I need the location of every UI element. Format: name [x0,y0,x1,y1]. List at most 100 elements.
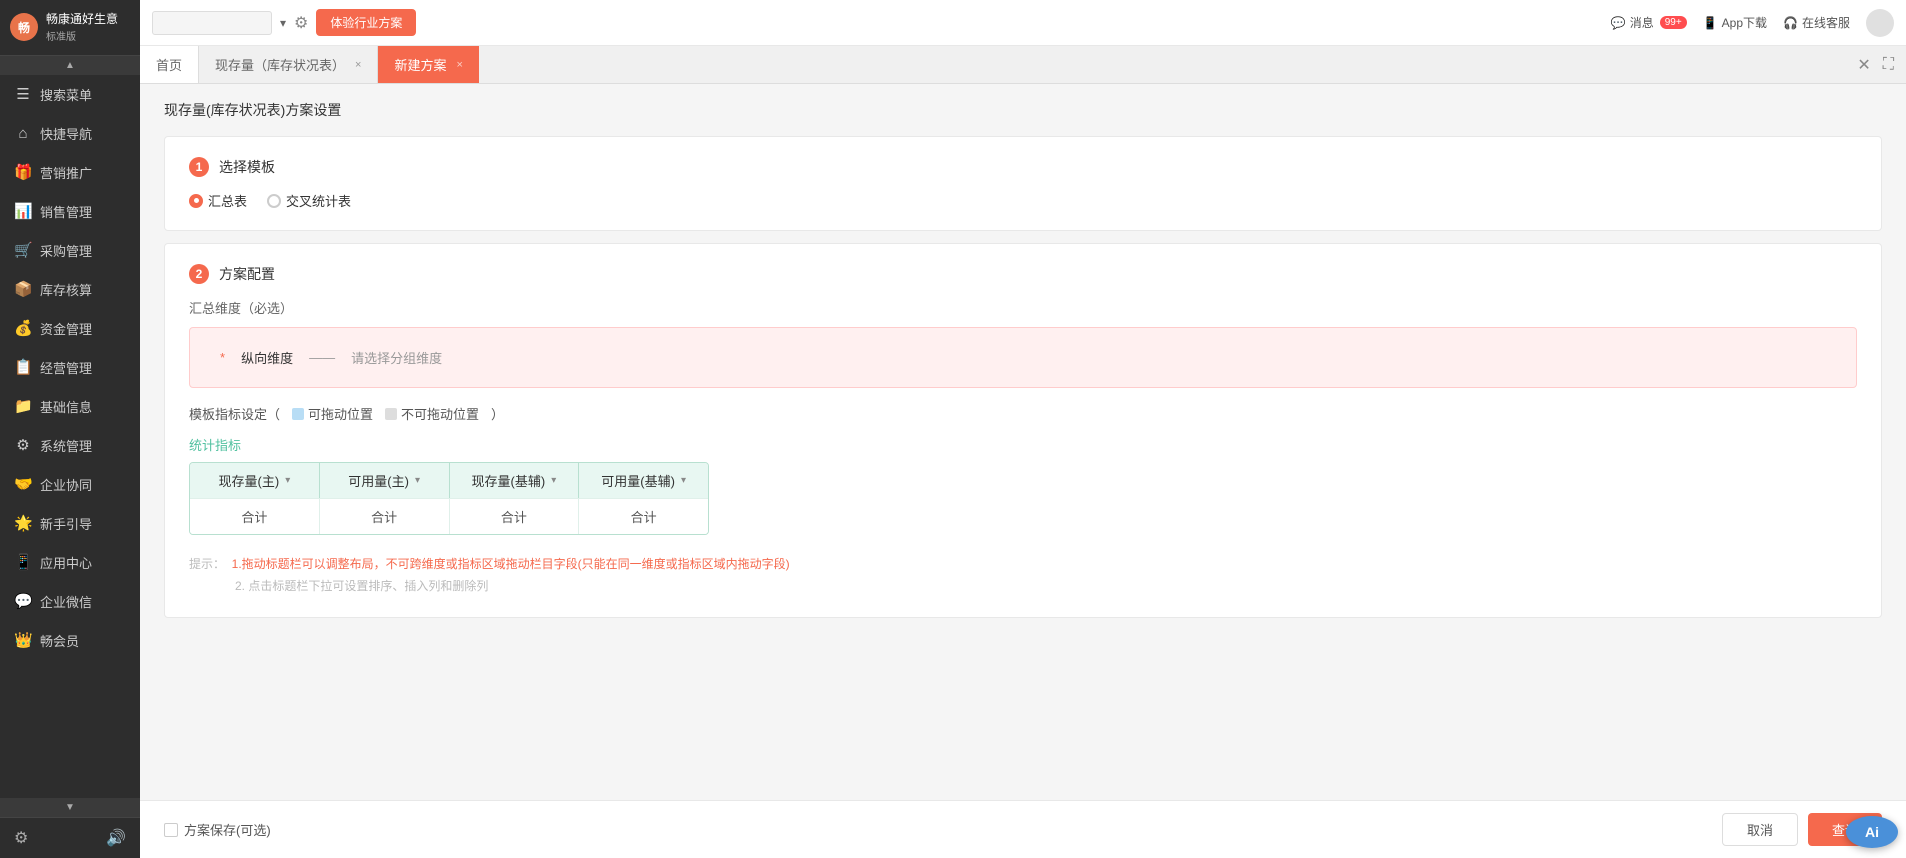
save-checkbox[interactable] [164,823,178,837]
page-title: 现存量(库存状况表)方案设置 [164,100,1882,120]
stats-col-2[interactable]: 可用量(主) ▾ [320,463,450,498]
radio-cross[interactable]: 交叉统计表 [267,191,351,210]
sidebar-bottom: ⚙ 🔊 [0,817,140,858]
topbar-settings-icon[interactable]: ⚙ [294,13,308,33]
tab-home[interactable]: 首页 [140,46,199,83]
indicator-suffix: ） [491,404,504,423]
sidebar-item-wechat[interactable]: 💬 企业微信 [0,582,140,621]
chat-icon: 💬 [14,592,32,610]
sidebar-item-inventory[interactable]: 📦 库存核算 [0,270,140,309]
stats-section: 统计指标 现存量(主) ▾ 可用量(主) ▾ 现存量(基辅) [189,435,1857,538]
stats-table-header: 现存量(主) ▾ 可用量(主) ▾ 现存量(基辅) ▾ 可用量(基辅) [190,463,708,498]
draggable-indicator: 可拖动位置 [292,404,373,423]
search-input[interactable] [152,11,272,35]
sidebar-item-label: 搜索菜单 [40,85,92,104]
stats-table-row: 合计 合计 合计 合计 [190,498,708,534]
dropdown-icon[interactable]: ▾ [280,16,286,30]
logo-icon: 畅 [10,13,38,41]
folder-icon: 📁 [14,397,32,415]
cancel-button[interactable]: 取消 [1722,813,1798,846]
user-avatar-item[interactable] [1866,9,1894,37]
chart-icon: 📊 [14,202,32,220]
stats-col-3[interactable]: 现存量(基辅) ▾ [450,463,580,498]
ai-button[interactable]: Ai [1846,816,1898,848]
tab-new-scheme[interactable]: 新建方案 × [378,46,478,83]
phone-download-icon: 📱 [1703,16,1718,30]
message-badge: 99+ [1660,16,1687,29]
sidebar-item-appstore[interactable]: 📱 应用中心 [0,543,140,582]
sidebar-item-purchase[interactable]: 🛒 采购管理 [0,231,140,270]
phone-icon: 📱 [14,553,32,571]
window-close-button[interactable]: ✕ [1853,51,1874,79]
dimension-box: * 纵向维度 —— 请选择分组维度 [189,327,1857,388]
sidebar-item-sales[interactable]: 📊 销售管理 [0,192,140,231]
online-service-label: 在线客服 [1802,14,1850,31]
ai-label: Ai [1865,824,1879,840]
sidebar-scroll-down[interactable]: ▼ [0,798,140,817]
sidebar-item-enterprise[interactable]: 🤝 企业协同 [0,465,140,504]
stats-table: 现存量(主) ▾ 可用量(主) ▾ 现存量(基辅) ▾ 可用量(基辅) [189,462,709,535]
window-expand-button[interactable]: ⛶ [1879,52,1898,78]
bag-icon: 🛒 [14,241,32,259]
sidebar-item-label: 营销推广 [40,163,92,182]
col1-chevron: ▾ [285,475,290,486]
radio-inactive-icon [267,194,281,208]
step1-card: 1 选择模板 汇总表 交叉统计表 [164,136,1882,231]
sidebar-item-label: 应用中心 [40,553,92,572]
bottom-bar: 方案保存(可选) 取消 查询 [140,800,1906,858]
sidebar-item-label: 快捷导航 [40,124,92,143]
trial-button[interactable]: 体验行业方案 [316,9,416,36]
sidebar-item-newbie[interactable]: 🌟 新手引导 [0,504,140,543]
sidebar-item-search[interactable]: ☰ 搜索菜单 [0,75,140,114]
stats-col-1[interactable]: 现存量(主) ▾ [190,463,320,498]
sidebar-item-marketing[interactable]: 🎁 营销推广 [0,153,140,192]
radio-summary[interactable]: 汇总表 [189,191,247,210]
sidebar-item-finance[interactable]: 💰 资金管理 [0,309,140,348]
app-download-item[interactable]: 📱 App下载 [1703,14,1767,31]
message-item[interactable]: 💬 消息 99+ [1611,14,1687,31]
page-content: 现存量(库存状况表)方案设置 1 选择模板 汇总表 交叉统计表 2 [140,84,1906,800]
audio-icon[interactable]: 🔊 [106,828,126,848]
handshake-icon: 🤝 [14,475,32,493]
save-checkbox-label[interactable]: 方案保存(可选) [164,820,271,839]
online-service-item[interactable]: 🎧 在线客服 [1783,14,1850,31]
sidebar-item-label: 采购管理 [40,241,92,260]
sidebar-item-label: 系统管理 [40,436,92,455]
col4-chevron: ▾ [681,475,686,486]
radio-active-icon [189,194,203,208]
user-avatar [1866,9,1894,37]
non-draggable-dot [385,408,397,420]
settings-bottom-icon[interactable]: ⚙ [14,828,28,848]
step2-card: 2 方案配置 汇总维度（必选） * 纵向维度 —— 请选择分组维度 模板指标设定… [164,243,1882,618]
step1-header: 1 选择模板 [189,157,1857,177]
sidebar-item-operations[interactable]: 📋 经营管理 [0,348,140,387]
sidebar-item-label: 新手引导 [40,514,92,533]
dash-separator: —— [309,350,335,365]
cell-3: 合计 [450,499,580,534]
gift-icon: 🎁 [14,163,32,181]
headset-icon: 🎧 [1783,16,1798,30]
sidebar-scroll-up[interactable]: ▲ [0,56,140,75]
clipboard-icon: 📋 [14,358,32,376]
non-draggable-label: 不可拖动位置 [401,404,479,423]
sidebar-item-label: 经营管理 [40,358,92,377]
tip-1: 1.拖动标题栏可以调整布局，不可跨维度或指标区域拖动栏目字段(只能在同一维度或指… [232,557,790,571]
tips-section: 提示： 1.拖动标题栏可以调整布局，不可跨维度或指标区域拖动栏目字段(只能在同一… [189,554,1857,597]
step2-header: 2 方案配置 [189,264,1857,284]
indicator-settings-label: 模板指标设定（ [189,404,280,423]
money-icon: 💰 [14,319,32,337]
col1-label: 现存量(主) [219,471,280,490]
sidebar-item-system[interactable]: ⚙ 系统管理 [0,426,140,465]
indicator-settings: 模板指标设定（ 可拖动位置 不可拖动位置 ） [189,404,1857,423]
inventory-tab-close[interactable]: × [355,59,361,71]
dimension-placeholder[interactable]: 请选择分组维度 [351,348,442,367]
home-tab-label: 首页 [156,55,182,74]
stats-col-4[interactable]: 可用量(基辅) ▾ [579,463,708,498]
new-scheme-tab-close[interactable]: × [456,59,462,71]
sidebar-item-basic[interactable]: 📁 基础信息 [0,387,140,426]
tab-inventory[interactable]: 现存量（库存状况表） × [199,46,378,83]
col3-label: 现存量(基辅) [472,471,546,490]
sidebar-item-shortcut[interactable]: ⌂ 快捷导航 [0,114,140,153]
sidebar-item-vip[interactable]: 👑 畅会员 [0,621,140,660]
vertical-dim-label: 纵向维度 [241,348,293,367]
